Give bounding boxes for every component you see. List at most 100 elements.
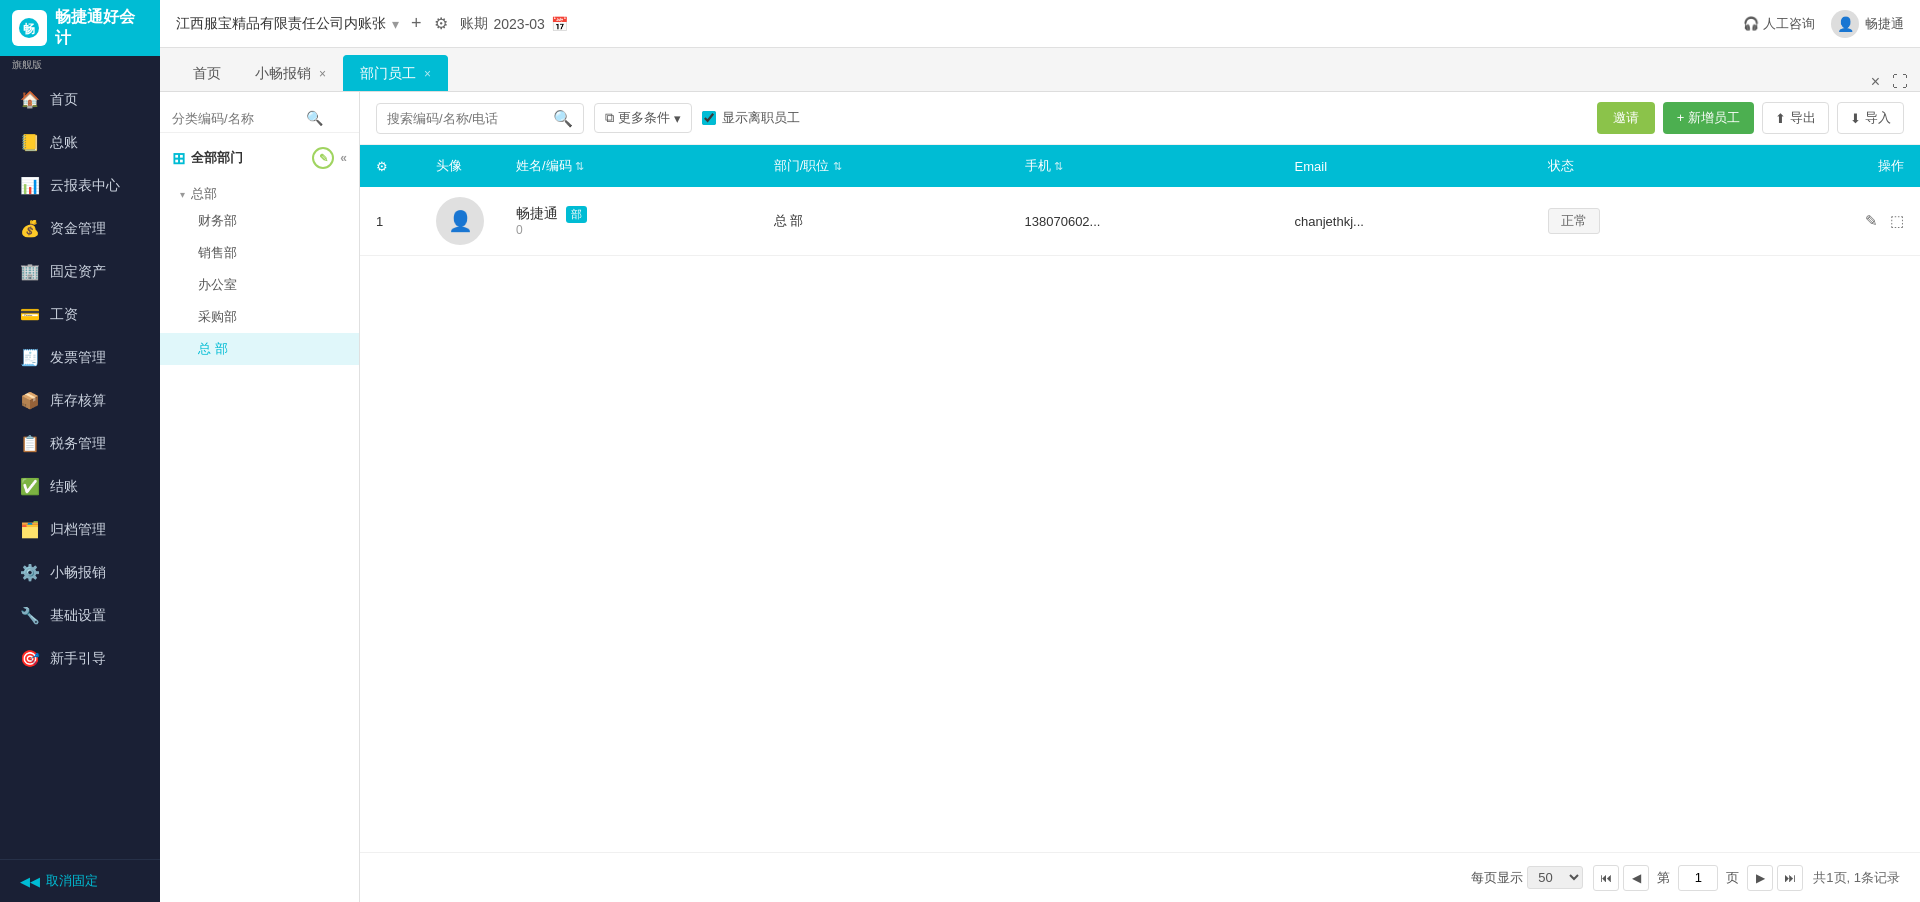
logo-text: 畅捷通好会计	[55, 7, 148, 49]
more-filters-button[interactable]: ⧉ 更多条件 ▾	[594, 103, 692, 133]
employee-search-input[interactable]	[387, 111, 547, 126]
topbar: 江西服宝精品有限责任公司内账张 ▾ + ⚙ 账期 2023-03 📅 🎧 人工咨…	[160, 0, 1920, 48]
archive-icon: 🗂️	[20, 520, 40, 539]
sidebar-item-tax[interactable]: 📋 税务管理	[0, 422, 160, 465]
action-cell: ✎ ⬚	[1758, 212, 1904, 230]
sidebar-item-fixed-assets[interactable]: 🏢 固定资产	[0, 250, 160, 293]
show-resigned-label: 显示离职员工	[722, 109, 800, 127]
col-dept[interactable]: 部门/职位	[758, 145, 1009, 187]
last-page-button[interactable]: ⏭	[1777, 865, 1803, 891]
page-suffix: 页	[1726, 869, 1739, 887]
dept-child-sales[interactable]: 销售部	[160, 237, 359, 269]
col-phone[interactable]: 手机	[1009, 145, 1279, 187]
tax-icon: 📋	[20, 434, 40, 453]
col-name[interactable]: 姓名/编码	[500, 145, 758, 187]
dept-child-general-selected[interactable]: 总 部	[160, 333, 359, 365]
tab-dept-emp[interactable]: 部门员工 ×	[343, 55, 448, 91]
close-tab-expense[interactable]: ×	[319, 67, 326, 81]
page-size-select: 每页显示 10 20 50 100	[1471, 866, 1583, 889]
dept-child-finance[interactable]: 财务部	[160, 205, 359, 237]
dept-search-icon[interactable]: 🔍	[306, 110, 323, 126]
tab-home[interactable]: 首页	[176, 55, 238, 91]
tab-expense[interactable]: 小畅报销 ×	[238, 55, 343, 91]
page-total: 共1页, 1条记录	[1813, 869, 1900, 887]
dept-child-office[interactable]: 办公室	[160, 269, 359, 301]
col-status-label: 状态	[1548, 158, 1574, 173]
sidebar-item-fund[interactable]: 💰 资金管理	[0, 207, 160, 250]
add-employee-button[interactable]: + 新增员工	[1663, 102, 1754, 134]
sidebar-item-inventory[interactable]: 📦 库存核算	[0, 379, 160, 422]
settings-button[interactable]: ⚙	[434, 14, 448, 33]
calendar-icon[interactable]: 📅	[551, 16, 568, 32]
fund-icon: 💰	[20, 219, 40, 238]
user-menu[interactable]: 👤 畅捷通	[1831, 10, 1904, 38]
salary-icon: 💳	[20, 305, 40, 324]
show-resigned-checkbox[interactable]: 显示离职员工	[702, 109, 800, 127]
expand-tabs-button[interactable]: ⛶	[1892, 73, 1908, 91]
sidebar-item-guide[interactable]: 🎯 新手引导	[0, 637, 160, 680]
sidebar-item-label: 基础设置	[50, 607, 106, 625]
sidebar-nav: 🏠 首页 📒 总账 📊 云报表中心 💰 资金管理 🏢 固定资产 💳 工资 🧾 发…	[0, 78, 160, 859]
inventory-icon: 📦	[20, 391, 40, 410]
cancel-pin-button[interactable]: ◀◀ 取消固定	[0, 859, 160, 902]
add-company-button[interactable]: +	[411, 13, 422, 34]
all-departments-header[interactable]: ⊞ 全部部门 ✎ «	[160, 139, 359, 177]
import-label: 导入	[1865, 109, 1891, 127]
support-button[interactable]: 🎧 人工咨询	[1743, 15, 1815, 33]
toolbar-right-actions: 邀请 + 新增员工 ⬆ 导出 ⬇ 导入	[1597, 102, 1904, 134]
sidebar-item-archive[interactable]: 🗂️ 归档管理	[0, 508, 160, 551]
sidebar-item-settings[interactable]: 🔧 基础设置	[0, 594, 160, 637]
sidebar-item-home[interactable]: 🏠 首页	[0, 78, 160, 121]
col-gear[interactable]: ⚙	[360, 145, 420, 187]
sidebar-item-cloud-report[interactable]: 📊 云报表中心	[0, 164, 160, 207]
col-avatar: 头像	[420, 145, 500, 187]
sidebar-item-ledger[interactable]: 📒 总账	[0, 121, 160, 164]
ledger-icon: 📒	[20, 133, 40, 152]
col-dept-label: 部门/职位	[774, 158, 830, 173]
logout-employee-button[interactable]: ⬚	[1890, 212, 1904, 230]
next-page-button[interactable]: ▶	[1747, 865, 1773, 891]
col-action-label: 操作	[1878, 158, 1904, 173]
sidebar-item-label: 税务管理	[50, 435, 106, 453]
company-dropdown-icon[interactable]: ▾	[392, 16, 399, 32]
close-all-tabs-button[interactable]: ×	[1871, 73, 1880, 91]
dept-edit-button[interactable]: ✎	[312, 147, 334, 169]
first-page-button[interactable]: ⏮	[1593, 865, 1619, 891]
edit-employee-button[interactable]: ✎	[1865, 212, 1878, 230]
employee-table-container: ⚙ 头像 姓名/编码 部门/职位	[360, 145, 1920, 852]
cloud-report-icon: 📊	[20, 176, 40, 195]
sidebar-item-salary[interactable]: 💳 工资	[0, 293, 160, 336]
sidebar-item-expense[interactable]: ⚙️ 小畅报销	[0, 551, 160, 594]
cell-status: 正常	[1532, 187, 1742, 256]
dept-parent-general[interactable]: 总部	[160, 177, 359, 205]
import-button[interactable]: ⬇ 导入	[1837, 102, 1904, 134]
dept-group: 总部 财务部 销售部 办公室 采购部 总 部	[160, 177, 359, 365]
table-row: 1 👤 畅捷通 部	[360, 187, 1920, 256]
sidebar-item-label: 云报表中心	[50, 177, 120, 195]
filter-label: 更多条件	[618, 109, 670, 127]
close-tab-dept-emp[interactable]: ×	[424, 67, 431, 81]
per-page-dropdown[interactable]: 10 20 50 100	[1527, 866, 1583, 889]
page-number-input[interactable]	[1678, 865, 1718, 891]
left-panel: 🔍 ⊞ 全部部门 ✎ « 总部 财务部	[160, 92, 360, 902]
sidebar-item-label: 结账	[50, 478, 78, 496]
resigned-checkbox-input[interactable]	[702, 111, 716, 125]
export-button[interactable]: ⬆ 导出	[1762, 102, 1829, 134]
invite-button[interactable]: 邀请	[1597, 102, 1655, 134]
prev-page-button[interactable]: ◀	[1623, 865, 1649, 891]
dept-child-purchase[interactable]: 采购部	[160, 301, 359, 333]
employee-search-bar: 🔍	[376, 103, 584, 134]
cell-email: chanjethkj...	[1279, 187, 1533, 256]
dept-collapse-button[interactable]: «	[340, 151, 347, 165]
dept-search-input[interactable]	[172, 111, 302, 126]
employee-search-icon[interactable]: 🔍	[553, 109, 573, 128]
topbar-company: 江西服宝精品有限责任公司内账张 ▾	[176, 15, 399, 33]
sidebar-item-invoice[interactable]: 🧾 发票管理	[0, 336, 160, 379]
logo-icon: 畅	[12, 10, 47, 46]
home-icon: 🏠	[20, 90, 40, 109]
tabs-bar: 首页 小畅报销 × 部门员工 × × ⛶	[160, 48, 1920, 92]
period-value: 2023-03	[494, 16, 545, 32]
cell-index: 1	[360, 187, 420, 256]
sidebar-item-checkout[interactable]: ✅ 结账	[0, 465, 160, 508]
guide-icon: 🎯	[20, 649, 40, 668]
